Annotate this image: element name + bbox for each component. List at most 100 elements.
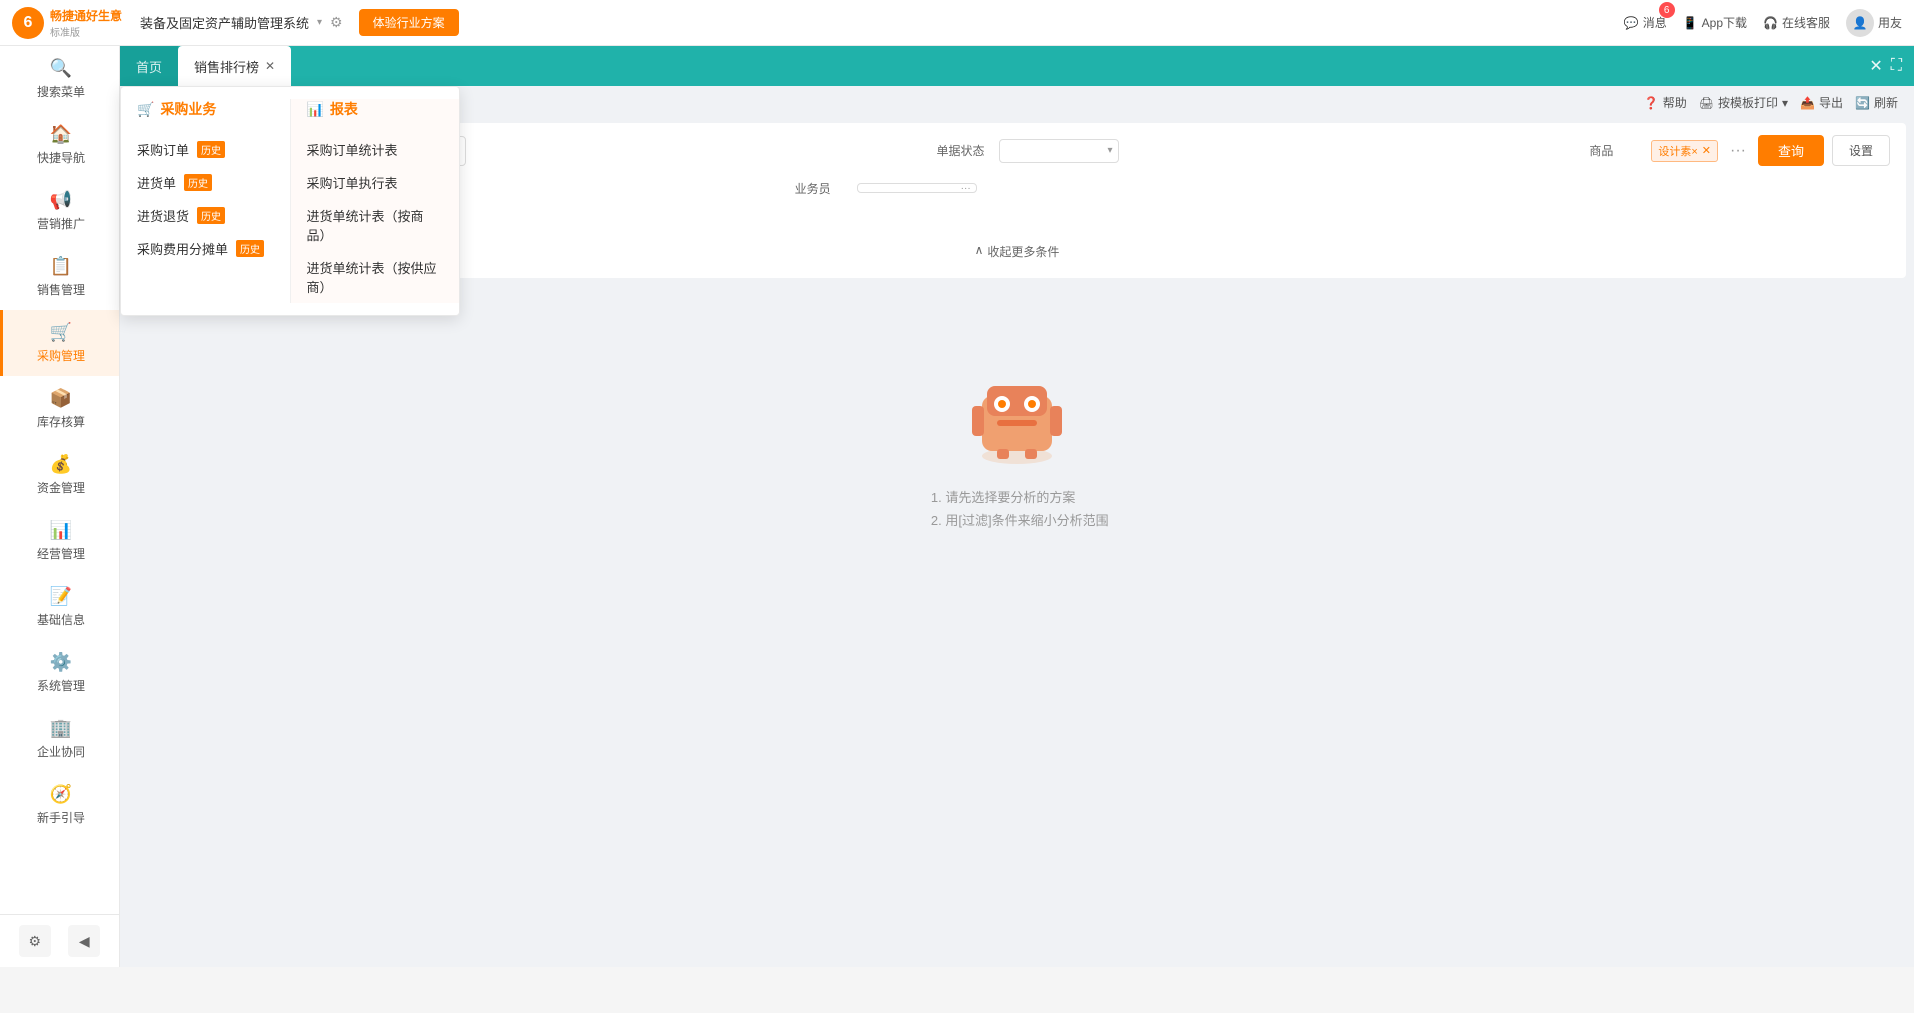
purchase-order-stat-label: 采购订单统计表 [307, 140, 398, 159]
logo-icon: 6 [12, 7, 44, 39]
stock-in-label: 进货单 [137, 173, 176, 192]
print-template-btn[interactable]: 🖨 按模板打印 ▾ [1699, 94, 1788, 111]
dropdown-item-stock-return[interactable]: 进货退货 历史 [137, 199, 274, 232]
empty-hint-2: 用[过滤]条件来缩小分析范围 [945, 509, 1108, 532]
guide-icon: 🧭 [50, 784, 72, 805]
dropdown-arrow-icon[interactable]: ▾ [317, 17, 322, 28]
refresh-btn[interactable]: 🔄 刷新 [1855, 94, 1898, 111]
app-download-item[interactable]: 📱 App下载 [1683, 14, 1747, 31]
history-badge-purchase-order: 历史 [197, 141, 225, 158]
logo-area: 6 畅捷通好生意 标准版 [12, 7, 132, 39]
dropdown-item-stock-in-stat-goods[interactable]: 进货单统计表（按商品） [307, 199, 444, 251]
dropdown-purchase-col: 🛒 采购业务 采购订单 历史 进货单 历史 进货退货 历史 采购费用分摊单 历史 [121, 99, 290, 303]
history-badge-purchase-expense: 历史 [236, 240, 264, 257]
print-icon: 🖨 [1699, 96, 1714, 110]
sidebar-label-sales: 销售管理 [37, 281, 85, 298]
stock-icon: 📦 [50, 388, 72, 409]
tab-bar: 首页 销售排行榜 ✕ ✕ ⛶ [120, 46, 1914, 86]
sidebar-item-quick-nav[interactable]: 🏠 快捷导航 [0, 112, 119, 178]
sidebar-item-system[interactable]: ⚙️ 系统管理 [0, 640, 119, 706]
empty-hints: 请先选择要分析的方案 用[过滤]条件来缩小分析范围 [925, 486, 1108, 533]
avatar: 👤 [1846, 9, 1874, 37]
voucher-status-select[interactable] [999, 139, 1119, 163]
headset-icon: 🎧 [1763, 16, 1778, 30]
dropdown-report-col: 📊 报表 采购订单统计表 采购订单执行表 进货单统计表（按商品） 进货单统计表（… [290, 99, 460, 303]
finance-icon: 💰 [50, 454, 72, 475]
salesperson-input[interactable] [857, 183, 977, 193]
salesperson-label: 业务员 [795, 180, 845, 197]
tab-close-btn[interactable]: ✕ [1869, 56, 1882, 76]
top-right: 💬 消息 6 📱 App下载 🎧 在线客服 👤 用友 [1624, 9, 1902, 37]
purchase-header-text: 采购业务 [160, 99, 216, 119]
sidebar-item-marketing[interactable]: 📢 营销推广 [0, 178, 119, 244]
dropdown-report-header: 📊 报表 [307, 99, 444, 123]
purchase-icon: 🛒 [50, 322, 72, 343]
collapse-up-icon: ∧ [975, 243, 984, 260]
export-btn[interactable]: 📤 导出 [1800, 94, 1843, 111]
goods-label: 商品 [1589, 142, 1639, 159]
operations-icon: 📊 [50, 520, 72, 541]
empty-state: 请先选择要分析的方案 用[过滤]条件来缩小分析范围 [120, 286, 1914, 613]
salesperson-wrapper: ··· [857, 183, 977, 193]
goods-dots[interactable]: ··· [1730, 142, 1746, 160]
query-btn[interactable]: 查询 [1758, 135, 1824, 166]
sidebar-label-quick-nav: 快捷导航 [37, 149, 85, 166]
sidebar-item-purchase[interactable]: 🛒 采购管理 [0, 310, 119, 376]
sidebar-item-sales[interactable]: 📋 销售管理 [0, 244, 119, 310]
settings-icon[interactable]: ⚙ [330, 14, 343, 31]
empty-robot-svg [957, 366, 1077, 466]
phone-icon: 📱 [1683, 16, 1698, 30]
dropdown-item-purchase-order-stat[interactable]: 采购订单统计表 [307, 133, 444, 166]
action-buttons: 查询 设置 [1758, 135, 1890, 166]
user-item[interactable]: 👤 用友 [1846, 9, 1902, 37]
sidebar-label-operations: 经营管理 [37, 545, 85, 562]
marketing-icon: 📢 [50, 190, 72, 211]
tab-home[interactable]: 首页 [120, 46, 178, 86]
dropdown-item-stock-in-stat-supplier[interactable]: 进货单统计表（按供应商） [307, 251, 444, 303]
stock-in-stat-goods-label: 进货单统计表（按商品） [307, 206, 444, 244]
tab-sales-rank[interactable]: 销售排行榜 ✕ [178, 46, 291, 86]
collapse-btn[interactable]: ◀ [68, 925, 100, 957]
system-icon: ⚙️ [50, 652, 72, 673]
sidebar-item-search[interactable]: 🔍 搜索菜单 [0, 46, 119, 112]
sidebar-item-guide[interactable]: 🧭 新手引导 [0, 772, 119, 838]
tab-home-label: 首页 [136, 57, 162, 76]
dropdown-item-purchase-order-exec[interactable]: 采购订单执行表 [307, 166, 444, 199]
tab-close-icon[interactable]: ✕ [265, 59, 275, 73]
history-badge-stock-in: 历史 [184, 174, 212, 191]
dropdown-item-stock-in[interactable]: 进货单 历史 [137, 166, 274, 199]
sidebar-label-search: 搜索菜单 [37, 83, 85, 100]
stock-in-stat-supplier-label: 进货单统计表（按供应商） [307, 258, 444, 296]
sidebar-label-basic: 基础信息 [37, 611, 85, 628]
sidebar-bottom: ⚙ ◀ [0, 914, 119, 967]
settings-bottom-btn[interactable]: ⚙ [19, 925, 51, 957]
sidebar-item-enterprise[interactable]: 🏢 企业协同 [0, 706, 119, 772]
dropdown-item-purchase-order[interactable]: 采购订单 历史 [137, 133, 274, 166]
tab-expand-btn[interactable]: ⛶ [1891, 57, 1902, 75]
purchase-header-icon: 🛒 [137, 101, 154, 118]
sidebar-item-operations[interactable]: 📊 经营管理 [0, 508, 119, 574]
purchase-expense-label: 采购费用分摊单 [137, 239, 228, 258]
tab-sales-rank-label: 销售排行榜 [194, 57, 259, 76]
sidebar-item-stock[interactable]: 📦 库存核算 [0, 376, 119, 442]
system-title-text: 装备及固定资产辅助管理系统 [140, 13, 309, 32]
dropdown-item-purchase-expense[interactable]: 采购费用分摊单 历史 [137, 232, 274, 265]
report-header-icon: 📊 [307, 101, 324, 118]
search-icon: 🔍 [50, 58, 72, 79]
goods-tag-close-icon[interactable]: ✕ [1702, 144, 1711, 157]
print-dropdown-icon: ▾ [1782, 96, 1788, 110]
help-btn[interactable]: ❓ 帮助 [1644, 94, 1687, 111]
sidebar-label-marketing: 营销推广 [37, 215, 85, 232]
online-service-item[interactable]: 🎧 在线客服 [1763, 14, 1830, 31]
report-header-text: 报表 [330, 99, 358, 119]
industry-btn[interactable]: 体验行业方案 [359, 9, 459, 36]
dropdown-purchase-header: 🛒 采购业务 [137, 99, 274, 123]
export-icon: 📤 [1800, 96, 1815, 110]
dropdown-columns: 🛒 采购业务 采购订单 历史 进货单 历史 进货退货 历史 采购费用分摊单 历史 [121, 99, 459, 303]
collapse-text: 收起更多条件 [987, 243, 1059, 260]
sidebar-item-basic[interactable]: 📝 基础信息 [0, 574, 119, 640]
notification-item[interactable]: 💬 消息 6 [1624, 14, 1667, 31]
sidebar-item-finance[interactable]: 💰 资金管理 [0, 442, 119, 508]
settings-btn[interactable]: 设置 [1832, 135, 1890, 166]
message-icon: 💬 [1624, 16, 1639, 30]
